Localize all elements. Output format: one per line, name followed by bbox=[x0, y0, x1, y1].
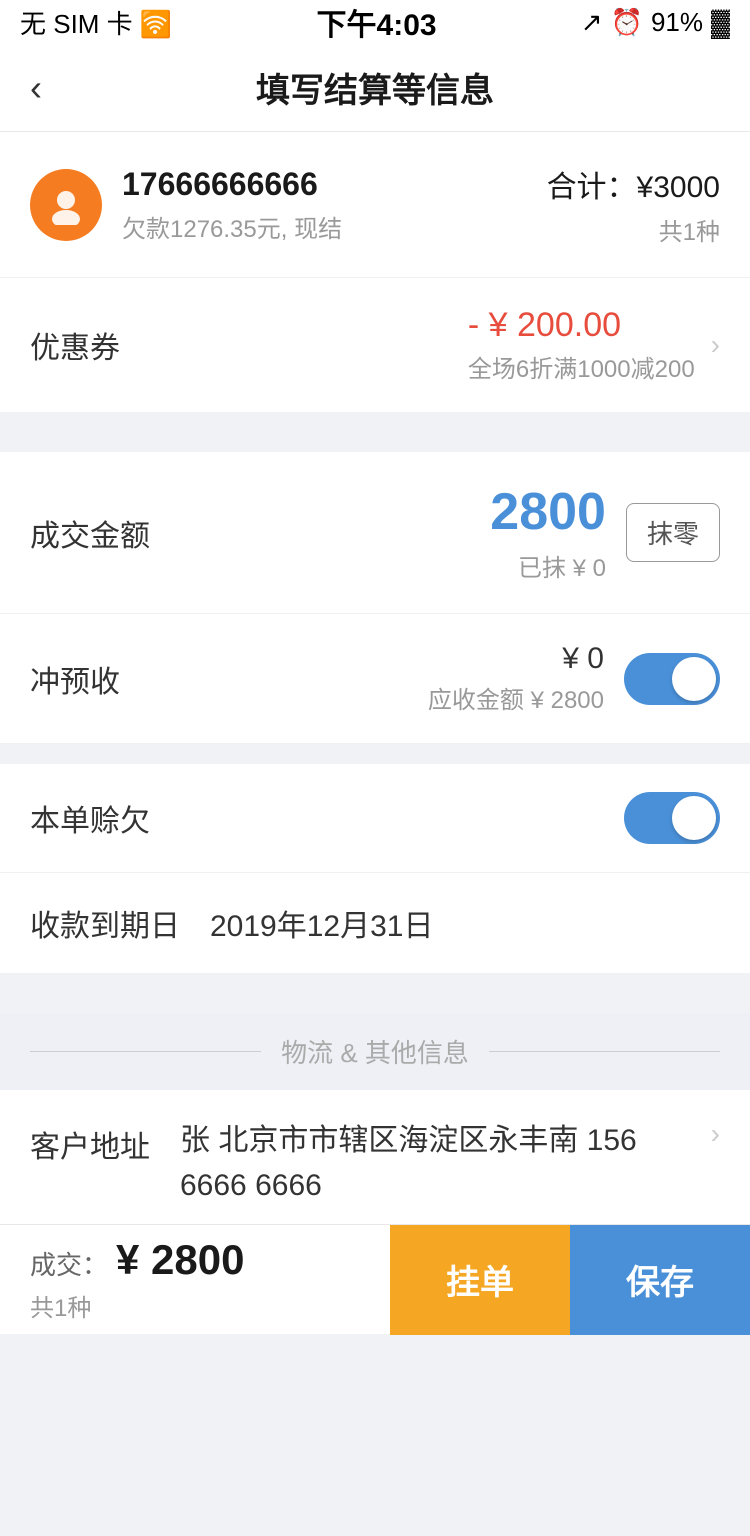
bendan-toggle-knob bbox=[672, 796, 716, 840]
bendan-label: 本单赊欠 bbox=[30, 796, 150, 840]
discount-row[interactable]: 优惠券 - ¥ 200.00 全场6折满1000减200 › bbox=[0, 277, 750, 412]
amount-value: 2800 bbox=[490, 482, 606, 542]
status-bar: 无 SIM 卡 🛜 下午4:03 ↗ ⏰ 91% ▓ bbox=[0, 0, 750, 44]
address-label: 客户地址 bbox=[30, 1122, 150, 1166]
location-icon: ↗ bbox=[581, 7, 603, 38]
customer-debt: 欠款1276.35元, 现结 bbox=[122, 209, 342, 244]
gray-separator-2 bbox=[0, 744, 750, 764]
bottom-info: 成交： ¥ 2800 共1种 bbox=[0, 1236, 390, 1323]
hang-button[interactable]: 挂单 bbox=[390, 1225, 570, 1335]
chong-label: 冲预收 bbox=[30, 657, 120, 701]
delivery-date: 2019年12月31日 bbox=[210, 901, 433, 945]
customer-section: 17666666666 欠款1276.35元, 现结 合计：¥3000 共1种 … bbox=[0, 132, 750, 412]
chong-values: ¥ 0 应收金额 ¥ 2800 bbox=[428, 642, 604, 715]
chong-row: 冲预收 ¥ 0 应收金额 ¥ 2800 bbox=[0, 614, 750, 744]
address-row[interactable]: 客户地址 张 北京市市辖区海淀区永丰南 156 6666 6666 › bbox=[0, 1090, 750, 1236]
discount-amount: - ¥ 200.00 bbox=[468, 306, 695, 345]
discount-value-wrap: - ¥ 200.00 全场6折满1000减200 bbox=[468, 306, 695, 384]
page-title: 填写结算等信息 bbox=[256, 63, 494, 112]
chong-sub: 应收金额 ¥ 2800 bbox=[428, 680, 604, 715]
avatar bbox=[30, 169, 102, 241]
amount-sub: 已抹 ¥ 0 bbox=[490, 548, 606, 583]
divider-text: 物流 & 其他信息 bbox=[281, 1033, 469, 1070]
divider-line-left bbox=[30, 1051, 261, 1052]
customer-info: 17666666666 欠款1276.35元, 现结 bbox=[122, 166, 342, 244]
chong-toggle[interactable] bbox=[624, 653, 720, 705]
customer-right: 合计：¥3000 共1种 bbox=[547, 162, 720, 247]
nav-bar: ‹ 填写结算等信息 bbox=[0, 44, 750, 132]
customer-row: 17666666666 欠款1276.35元, 现结 合计：¥3000 共1种 bbox=[0, 132, 750, 277]
customer-left: 17666666666 欠款1276.35元, 现结 bbox=[30, 166, 342, 244]
alarm-icon: ⏰ bbox=[611, 7, 643, 38]
bottom-amount-row: 成交： ¥ 2800 bbox=[30, 1236, 360, 1284]
amount-value-wrap: 2800 已抹 ¥ 0 bbox=[490, 482, 606, 583]
customer-count: 共1种 bbox=[547, 212, 720, 247]
bendan-row: 本单赊欠 bbox=[0, 764, 750, 872]
gray-separator-1 bbox=[0, 432, 750, 452]
bottom-amount-value: ¥ 2800 bbox=[116, 1236, 244, 1284]
gray-separator-3 bbox=[0, 993, 750, 1013]
bendan-toggle[interactable] bbox=[624, 792, 720, 844]
battery-label: 91% bbox=[651, 7, 703, 38]
chong-amount: ¥ 0 bbox=[428, 642, 604, 676]
bendan-section: 本单赊欠 收款到期日 2019年12月31日 bbox=[0, 764, 750, 973]
discount-right: - ¥ 200.00 全场6折满1000减200 › bbox=[468, 306, 720, 384]
discount-sub: 全场6折满1000减200 bbox=[468, 349, 695, 384]
save-button[interactable]: 保存 bbox=[570, 1225, 750, 1335]
customer-phone: 17666666666 bbox=[122, 166, 342, 203]
section-divider: 物流 & 其他信息 bbox=[0, 1013, 750, 1090]
status-time: 下午4:03 bbox=[317, 0, 437, 44]
bendan-toggle-wrap bbox=[624, 792, 720, 844]
sim-label: 无 SIM 卡 🛜 bbox=[20, 4, 172, 41]
bottom-total-label: 成交： bbox=[30, 1245, 108, 1282]
battery-icon: ▓ bbox=[711, 7, 730, 38]
bottom-bar: 成交： ¥ 2800 共1种 挂单 保存 bbox=[0, 1224, 750, 1334]
back-button[interactable]: ‹ bbox=[30, 67, 42, 109]
chong-toggle-wrap bbox=[624, 653, 720, 705]
divider-line-right bbox=[489, 1051, 720, 1052]
amount-row: 成交金额 2800 已抹 ¥ 0 抹零 bbox=[0, 452, 750, 614]
toggle-knob bbox=[672, 657, 716, 701]
bottom-count: 共1种 bbox=[30, 1288, 360, 1323]
round-button[interactable]: 抹零 bbox=[626, 503, 720, 562]
amount-section: 成交金额 2800 已抹 ¥ 0 抹零 冲预收 ¥ 0 应收金额 ¥ 2800 bbox=[0, 452, 750, 744]
address-chevron-icon: › bbox=[711, 1118, 720, 1150]
chevron-right-icon: › bbox=[711, 329, 720, 361]
delivery-label: 收款到期日 bbox=[30, 901, 180, 945]
amount-label: 成交金额 bbox=[30, 511, 150, 555]
status-right: ↗ ⏰ 91% ▓ bbox=[581, 7, 730, 38]
chong-right: ¥ 0 应收金额 ¥ 2800 bbox=[428, 642, 720, 715]
discount-label: 优惠券 bbox=[30, 323, 120, 367]
delivery-row: 收款到期日 2019年12月31日 bbox=[0, 872, 750, 973]
status-left: 无 SIM 卡 🛜 bbox=[20, 4, 172, 41]
customer-total: 合计：¥3000 bbox=[547, 162, 720, 206]
address-content: 张 北京市市辖区海淀区永丰南 156 6666 6666 bbox=[180, 1118, 681, 1208]
amount-right: 2800 已抹 ¥ 0 抹零 bbox=[490, 482, 720, 583]
